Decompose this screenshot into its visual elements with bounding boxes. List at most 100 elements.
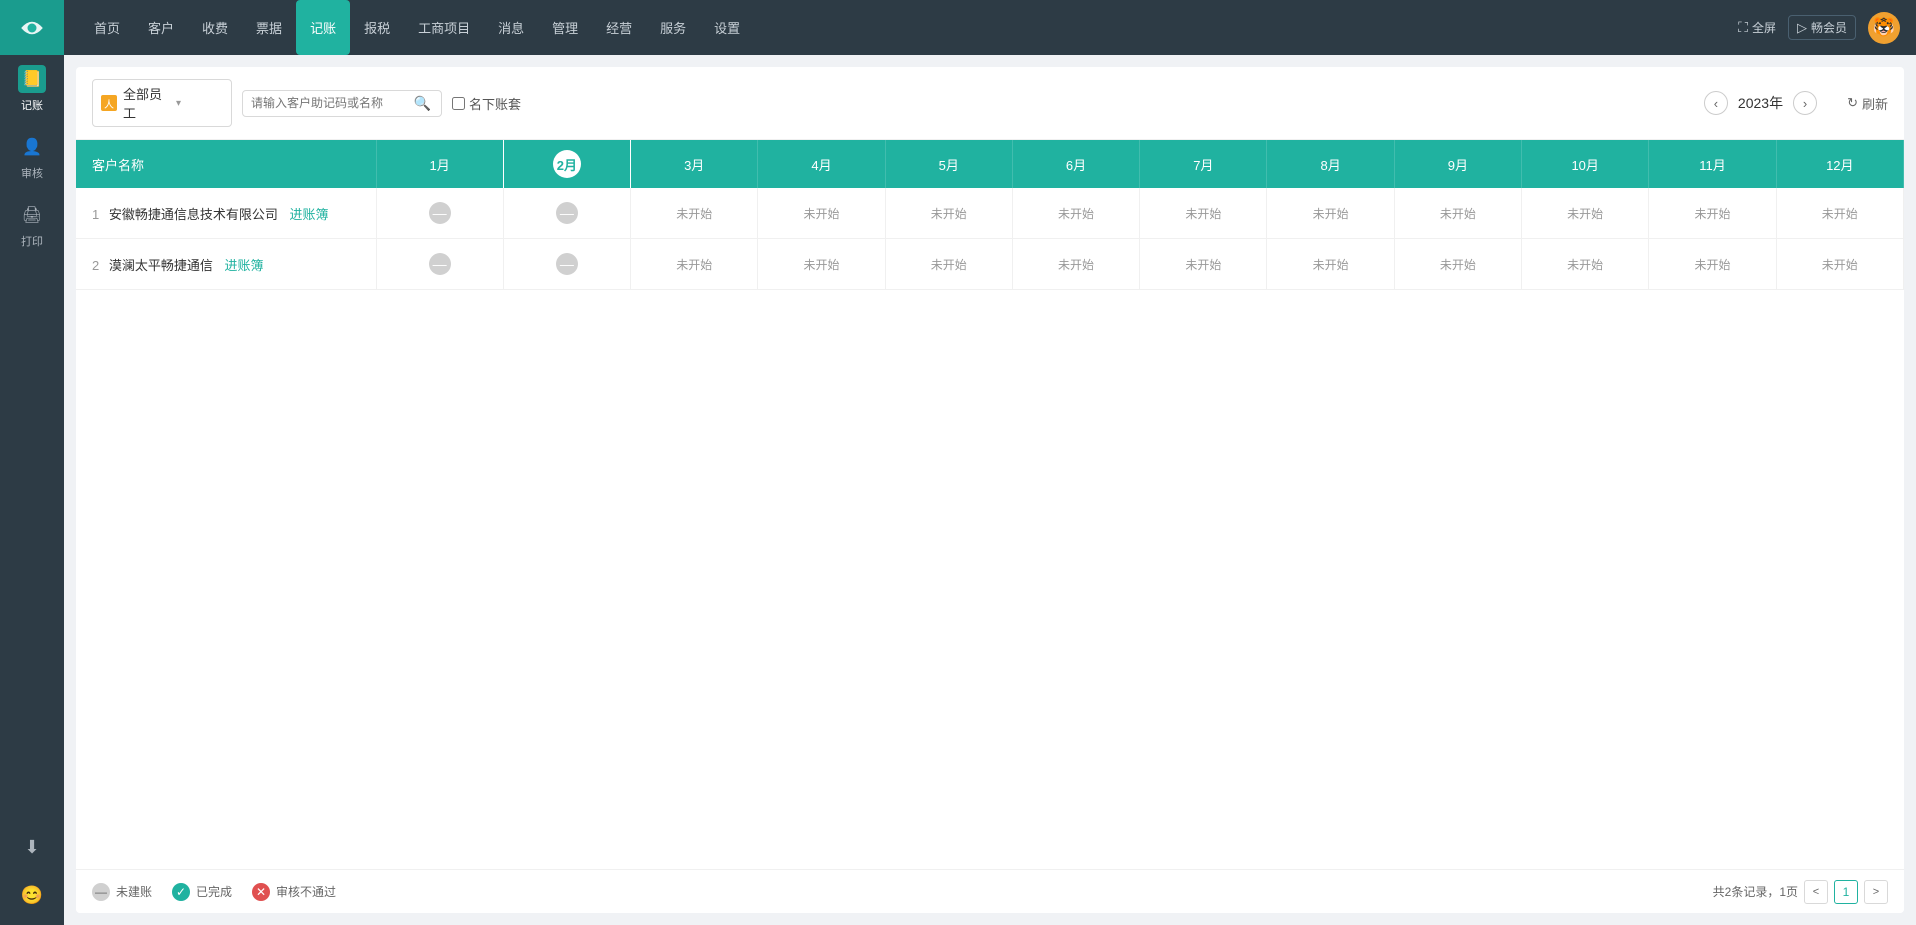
row2-jan-status: — bbox=[429, 253, 451, 275]
sidebar-item-print[interactable]: 🖨 打印 bbox=[0, 191, 64, 259]
row1-may: 未开始 bbox=[885, 188, 1012, 239]
col-may: 5月 bbox=[885, 140, 1012, 188]
row1-enter-link[interactable]: 进账簿 bbox=[290, 207, 329, 222]
row2-oct: 未开始 bbox=[1522, 239, 1649, 290]
employee-filter-label: 全部员工 bbox=[123, 84, 170, 122]
toolbar: 人 全部员工 ▾ 🔍 名下账套 ‹ 2023年 › bbox=[76, 67, 1904, 140]
sidebar-item-bookkeeping[interactable]: 📒 记账 bbox=[0, 55, 64, 123]
row1-dec-status: 未开始 bbox=[1822, 207, 1858, 221]
refresh-button[interactable]: ↻ 刷新 bbox=[1847, 94, 1888, 113]
sidebar-item-audit[interactable]: 👤 审核 bbox=[0, 123, 64, 191]
row2-aug: 未开始 bbox=[1267, 239, 1394, 290]
sidebar: 📒 记账 👤 审核 🖨 打印 ⬇ 😊 bbox=[0, 0, 64, 925]
logo[interactable] bbox=[0, 0, 64, 55]
row2-dec: 未开始 bbox=[1776, 239, 1903, 290]
row2-name: 漠澜太平畅捷通信 bbox=[109, 258, 213, 273]
my-accounts-label: 名下账套 bbox=[469, 94, 521, 113]
row2-enter-link[interactable]: 进账簿 bbox=[225, 258, 264, 273]
row2-jul: 未开始 bbox=[1140, 239, 1267, 290]
year-navigation: ‹ 2023年 › bbox=[1704, 91, 1817, 115]
row2-dec-status: 未开始 bbox=[1822, 258, 1858, 272]
data-table-wrap: 客户名称 1月 2月 3月 4月 5月 6月 7月 8月 9月 bbox=[76, 140, 1904, 869]
search-input-wrap: 🔍 bbox=[242, 90, 442, 117]
nav-fee[interactable]: 收费 bbox=[188, 0, 242, 55]
employee-filter-select[interactable]: 人 全部员工 ▾ bbox=[92, 79, 232, 127]
fullscreen-label: 全屏 bbox=[1752, 19, 1776, 36]
row2-mar-status: 未开始 bbox=[676, 258, 712, 272]
row1-jul-status: 未开始 bbox=[1185, 207, 1221, 221]
nav-settings[interactable]: 设置 bbox=[700, 0, 754, 55]
employee-icon: 人 bbox=[101, 95, 117, 111]
row1-jun: 未开始 bbox=[1012, 188, 1139, 239]
prev-year-button[interactable]: ‹ bbox=[1704, 91, 1728, 115]
table-row: 1 安徽畅捷通信息技术有限公司 进账簿 — — 未开始 未开始 未开始 未开始 … bbox=[76, 188, 1904, 239]
legend-teal-dot: ✓ bbox=[172, 883, 190, 901]
sidebar-download-btn[interactable]: ⬇ bbox=[0, 827, 64, 867]
row2-aug-status: 未开始 bbox=[1313, 258, 1349, 272]
sidebar-help-btn[interactable]: 😊 bbox=[0, 875, 64, 915]
row1-feb-status: — bbox=[556, 202, 578, 224]
col-jan: 1月 bbox=[376, 140, 503, 188]
row1-aug-status: 未开始 bbox=[1313, 207, 1349, 221]
row2-nov-status: 未开始 bbox=[1694, 258, 1730, 272]
row2-nov: 未开始 bbox=[1649, 239, 1776, 290]
nav-home[interactable]: 首页 bbox=[80, 0, 134, 55]
col-nov: 11月 bbox=[1649, 140, 1776, 188]
fullscreen-icon: ⛶ bbox=[1738, 19, 1748, 36]
print-icon-box: 🖨 bbox=[18, 201, 46, 229]
year-display: 2023年 bbox=[1738, 93, 1783, 113]
row1-apr: 未开始 bbox=[758, 188, 885, 239]
legend-not-started: — 未建账 bbox=[92, 883, 152, 901]
dropdown-arrow-icon: ▾ bbox=[176, 98, 223, 109]
search-input[interactable] bbox=[251, 96, 412, 110]
user-avatar[interactable]: 🐯 bbox=[1868, 12, 1900, 44]
nav-message[interactable]: 消息 bbox=[484, 0, 538, 55]
row1-nov-status: 未开始 bbox=[1694, 207, 1730, 221]
nav-service[interactable]: 服务 bbox=[646, 0, 700, 55]
nav-business[interactable]: 工商项目 bbox=[404, 0, 484, 55]
nav-customer[interactable]: 客户 bbox=[134, 0, 188, 55]
my-accounts-checkbox[interactable] bbox=[452, 97, 465, 110]
vip-icon: ▷ bbox=[1797, 20, 1807, 36]
main-card: 人 全部员工 ▾ 🔍 名下账套 ‹ 2023年 › bbox=[76, 67, 1904, 913]
nav-tax[interactable]: 报税 bbox=[350, 0, 404, 55]
sidebar-bottom: ⬇ 😊 bbox=[0, 827, 64, 925]
row2-feb-status: — bbox=[556, 253, 578, 275]
row1-apr-status: 未开始 bbox=[803, 207, 839, 221]
row1-jun-status: 未开始 bbox=[1058, 207, 1094, 221]
next-year-button[interactable]: › bbox=[1793, 91, 1817, 115]
my-accounts-checkbox-wrap[interactable]: 名下账套 bbox=[452, 94, 521, 113]
nav-operation[interactable]: 经营 bbox=[592, 0, 646, 55]
vip-button[interactable]: ▷ 畅会员 bbox=[1788, 15, 1856, 40]
col-dec: 12月 bbox=[1776, 140, 1903, 188]
fullscreen-button[interactable]: ⛶ 全屏 bbox=[1738, 19, 1776, 36]
sidebar-item-bookkeeping-label: 记账 bbox=[21, 97, 43, 113]
row2-may: 未开始 bbox=[885, 239, 1012, 290]
row2-jan: — bbox=[376, 239, 503, 290]
avatar-emoji: 🐯 bbox=[1873, 17, 1895, 38]
row2-oct-status: 未开始 bbox=[1567, 258, 1603, 272]
row1-may-status: 未开始 bbox=[931, 207, 967, 221]
search-button[interactable]: 🔍 bbox=[412, 95, 433, 112]
nav-manage[interactable]: 管理 bbox=[538, 0, 592, 55]
current-page-display: 1 bbox=[1834, 880, 1858, 904]
sidebar-item-print-label: 打印 bbox=[21, 233, 43, 249]
row1-index: 1 bbox=[92, 207, 99, 222]
top-nav: 首页 客户 收费 票据 记账 报税 工商项目 消息 管理 经营 服务 设置 ⛶ … bbox=[64, 0, 1916, 55]
row1-oct-status: 未开始 bbox=[1567, 207, 1603, 221]
nav-bookkeeping[interactable]: 记账 bbox=[296, 0, 350, 55]
prev-page-button[interactable]: < bbox=[1804, 880, 1828, 904]
col-customer-name: 客户名称 bbox=[76, 140, 376, 188]
col-aug: 8月 bbox=[1267, 140, 1394, 188]
col-jun: 6月 bbox=[1012, 140, 1139, 188]
table-header-row: 客户名称 1月 2月 3月 4月 5月 6月 7月 8月 9月 bbox=[76, 140, 1904, 188]
nav-invoice[interactable]: 票据 bbox=[242, 0, 296, 55]
next-page-button[interactable]: > bbox=[1864, 880, 1888, 904]
row1-mar-status: 未开始 bbox=[676, 207, 712, 221]
legend-red-dot: ✕ bbox=[252, 883, 270, 901]
legend-not-started-label: 未建账 bbox=[116, 883, 152, 900]
pagination-info: 共2条记录，1页 bbox=[1713, 883, 1798, 900]
refresh-label: 刷新 bbox=[1862, 94, 1888, 113]
row2-jun: 未开始 bbox=[1012, 239, 1139, 290]
col-jul: 7月 bbox=[1140, 140, 1267, 188]
